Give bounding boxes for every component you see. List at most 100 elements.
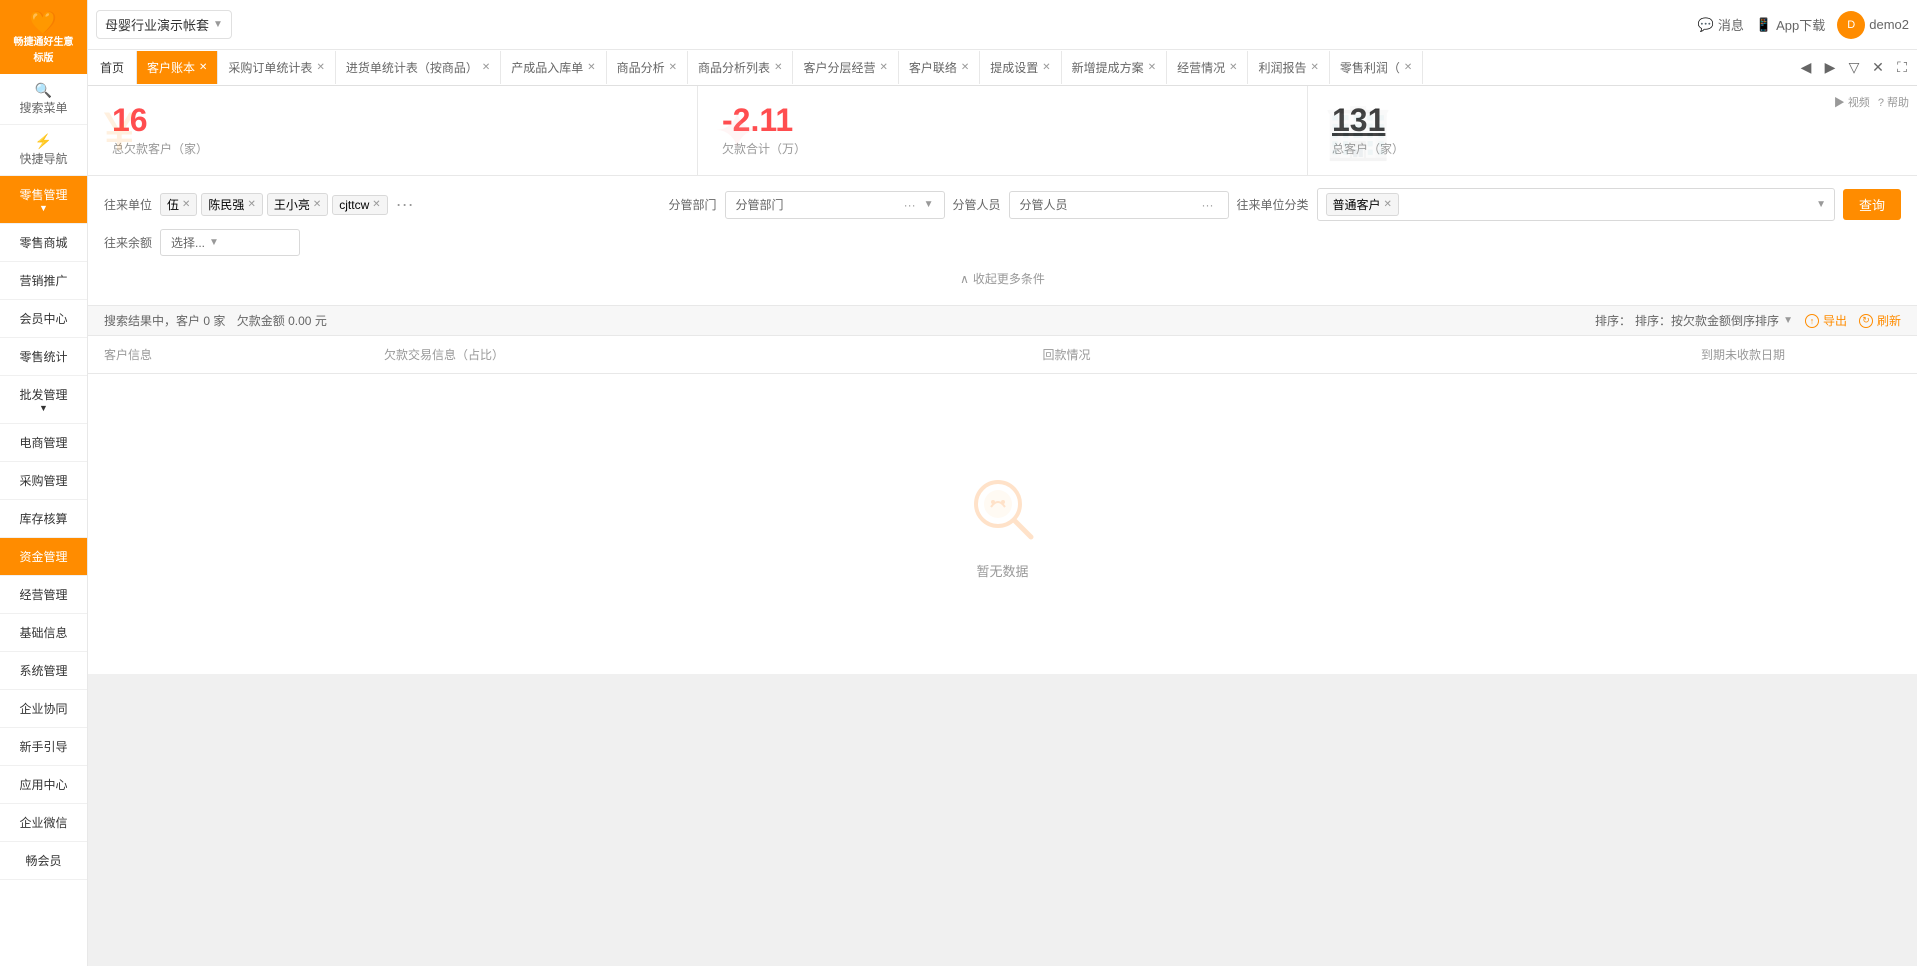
tab-close-retail-profit[interactable]: ✕: [1404, 62, 1412, 73]
tab-close-all[interactable]: ✕: [1867, 57, 1889, 79]
tab-close-operations[interactable]: ✕: [1229, 62, 1237, 73]
unit-class-tag-normal[interactable]: 普通客户 ✕: [1326, 193, 1399, 216]
tab-purchase-stats[interactable]: 采购订单统计表 ✕: [218, 51, 335, 84]
tab-customer-segment[interactable]: 客户分层经营 ✕: [793, 51, 898, 84]
tab-close-purchase-stats[interactable]: ✕: [316, 62, 324, 73]
sidebar-item-wechat[interactable]: 企业微信: [0, 804, 87, 842]
unit-tag-wang-close[interactable]: ✕: [313, 199, 321, 210]
stat-clients-label: 总客户（家）: [1332, 140, 1893, 157]
tab-scroll-left[interactable]: ◀: [1795, 57, 1817, 79]
tab-close-goods-analysis-list[interactable]: ✕: [774, 62, 782, 73]
stat-bg-icon-clients: 🏢: [1324, 98, 1392, 163]
tab-scroll-right[interactable]: ▶: [1819, 57, 1841, 79]
sidebar-item-enterprise[interactable]: 企业协同: [0, 690, 87, 728]
sidebar-item-purchase[interactable]: 采购管理: [0, 462, 87, 500]
tab-close-new-promotion[interactable]: ✕: [1148, 62, 1156, 73]
tab-produce-in[interactable]: 产成品入库单 ✕: [501, 51, 606, 84]
refresh-button[interactable]: ↻ 刷新: [1859, 312, 1901, 329]
sort-selector[interactable]: 排序： 排序：按欠款金额倒序排序 ▼: [1595, 312, 1793, 329]
tab-close-accounts[interactable]: ✕: [199, 62, 207, 73]
tab-expand[interactable]: ⛶: [1891, 57, 1913, 79]
sidebar-item-retail[interactable]: 零售管理 ▼: [0, 176, 87, 224]
sidebar-item-ops[interactable]: 经营管理: [0, 576, 87, 614]
tab-retail-profit[interactable]: 零售利润（ ✕: [1330, 51, 1423, 84]
sidebar-item-marketing[interactable]: 营销推广: [0, 262, 87, 300]
tab-close-profit-report[interactable]: ✕: [1311, 62, 1319, 73]
tab-close-produce-in[interactable]: ✕: [587, 62, 595, 73]
message-icon: 💬: [1698, 17, 1714, 33]
help-btn[interactable]: ? 帮助: [1878, 94, 1909, 110]
sidebar-item-member[interactable]: 会员中心: [0, 300, 87, 338]
user-menu[interactable]: D demo2: [1837, 11, 1909, 39]
message-button[interactable]: 💬 消息: [1698, 15, 1744, 34]
logo-icon: 🧡: [30, 10, 57, 36]
sidebar-item-quick-nav[interactable]: ⚡ 快捷导航: [0, 125, 87, 176]
dept-select[interactable]: 分管部门 ··· ▼: [725, 191, 945, 219]
sidebar-item-ecom[interactable]: 电商管理: [0, 424, 87, 462]
stat-total-debt: ✦ -2.11 欠款合计（万）: [698, 86, 1308, 175]
result-bar-right: 排序： 排序：按欠款金额倒序排序 ▼ ↑ 导出 ↻ 刷新: [1595, 312, 1901, 329]
sidebar-item-basic[interactable]: 基础信息: [0, 614, 87, 652]
unit-tag-cj[interactable]: cjttcw ✕: [332, 195, 387, 215]
sidebar-item-finance[interactable]: 资金管理: [0, 538, 87, 576]
refresh-icon: ↻: [1859, 314, 1873, 328]
unit-tag-wang[interactable]: 王小亮 ✕: [267, 193, 328, 216]
unit-tag-wu[interactable]: 伍 ✕: [160, 193, 197, 216]
tab-new-promotion[interactable]: 新增提成方案 ✕: [1062, 51, 1167, 84]
unit-tag-cj-close[interactable]: ✕: [372, 199, 380, 210]
tab-goods-analysis[interactable]: 商品分析 ✕: [607, 51, 688, 84]
tab-stock-stats[interactable]: 进货单统计表（按商品） ✕: [336, 51, 501, 84]
store-selector[interactable]: 母婴行业演示帐套 ▼: [96, 10, 232, 39]
unit-tag-chen-close[interactable]: ✕: [247, 199, 255, 210]
unit-label: 往来单位: [104, 196, 152, 213]
person-placeholder: 分管人员: [1020, 196, 1194, 213]
tab-goods-analysis-list[interactable]: 商品分析列表 ✕: [688, 51, 793, 84]
empty-text: 暂无数据: [976, 561, 1028, 580]
stat-debt-label: 欠款合计（万）: [722, 140, 1283, 157]
export-button[interactable]: ↑ 导出: [1805, 312, 1847, 329]
sidebar-item-batch[interactable]: 批发管理 ▼: [0, 376, 87, 424]
dept-label: 分管部门: [668, 196, 716, 213]
logo-sub: 标版: [34, 49, 54, 64]
tab-promotion-settings[interactable]: 提成设置 ✕: [980, 51, 1061, 84]
stat-bg-icon-debt: ✦: [714, 99, 760, 163]
stat-bg-icon-customers: ¥: [104, 99, 135, 163]
tab-customer-contact[interactable]: 客户联络 ✕: [899, 51, 980, 84]
sidebar-item-guide[interactable]: 新手引导: [0, 728, 87, 766]
tab-more-menu[interactable]: ▽: [1843, 57, 1865, 79]
unit-tag-chen[interactable]: 陈民强 ✕: [201, 193, 262, 216]
sidebar-item-retail-mall[interactable]: 零售商城: [0, 224, 87, 262]
balance-chevron: ▼: [209, 237, 219, 248]
tab-close-customer-contact[interactable]: ✕: [961, 62, 969, 73]
tab-close-customer-segment[interactable]: ✕: [879, 62, 887, 73]
table-header: 客户信息 欠款交易信息（占比） 回款情况 到期未收款日期: [88, 336, 1917, 374]
table-body-empty: 暂无数据: [88, 374, 1917, 674]
tab-close-stock-stats[interactable]: ✕: [482, 62, 490, 73]
sidebar-item-inventory[interactable]: 库存核算: [0, 500, 87, 538]
unit-class-tag-close[interactable]: ✕: [1384, 199, 1392, 210]
tab-close-goods-analysis[interactable]: ✕: [669, 62, 677, 73]
unit-class-select[interactable]: 普通客户 ✕ ▼: [1317, 188, 1835, 221]
person-select[interactable]: 分管人员 ···: [1009, 191, 1229, 219]
app-download-button[interactable]: 📱 App下载: [1756, 15, 1825, 34]
unit-tag-wu-close[interactable]: ✕: [182, 199, 190, 210]
result-bar: 搜索结果中，客户 0 家 欠款金额 0.00 元 排序： 排序：按欠款金额倒序排…: [88, 306, 1917, 336]
sidebar-item-system[interactable]: 系统管理: [0, 652, 87, 690]
tab-profit-report[interactable]: 利润报告 ✕: [1248, 51, 1329, 84]
sidebar-item-retail-stats[interactable]: 零售统计: [0, 338, 87, 376]
unit-tags-more[interactable]: ···: [392, 192, 418, 217]
video-help-btn[interactable]: ▶ 视频: [1834, 94, 1870, 110]
collapse-button[interactable]: ∧ 收起更多条件: [104, 264, 1901, 293]
app-icon: 📱: [1756, 17, 1772, 33]
dept-more-icon: ···: [900, 196, 920, 214]
tab-accounts[interactable]: 客户账本 ✕: [137, 51, 218, 84]
query-button[interactable]: 查询: [1843, 189, 1901, 220]
tab-home[interactable]: 首页: [88, 51, 137, 84]
sidebar-item-search[interactable]: 🔍 搜索菜单: [0, 74, 87, 125]
sidebar-item-app-center[interactable]: 应用中心: [0, 766, 87, 804]
tab-operations[interactable]: 经营情况 ✕: [1167, 51, 1248, 84]
balance-select[interactable]: 选择... ▼: [160, 229, 300, 256]
sidebar-item-vip[interactable]: 畅会员: [0, 842, 87, 880]
tab-close-promotion-settings[interactable]: ✕: [1042, 62, 1050, 73]
stat-help-buttons: ▶ 视频 ? 帮助: [1834, 94, 1909, 110]
